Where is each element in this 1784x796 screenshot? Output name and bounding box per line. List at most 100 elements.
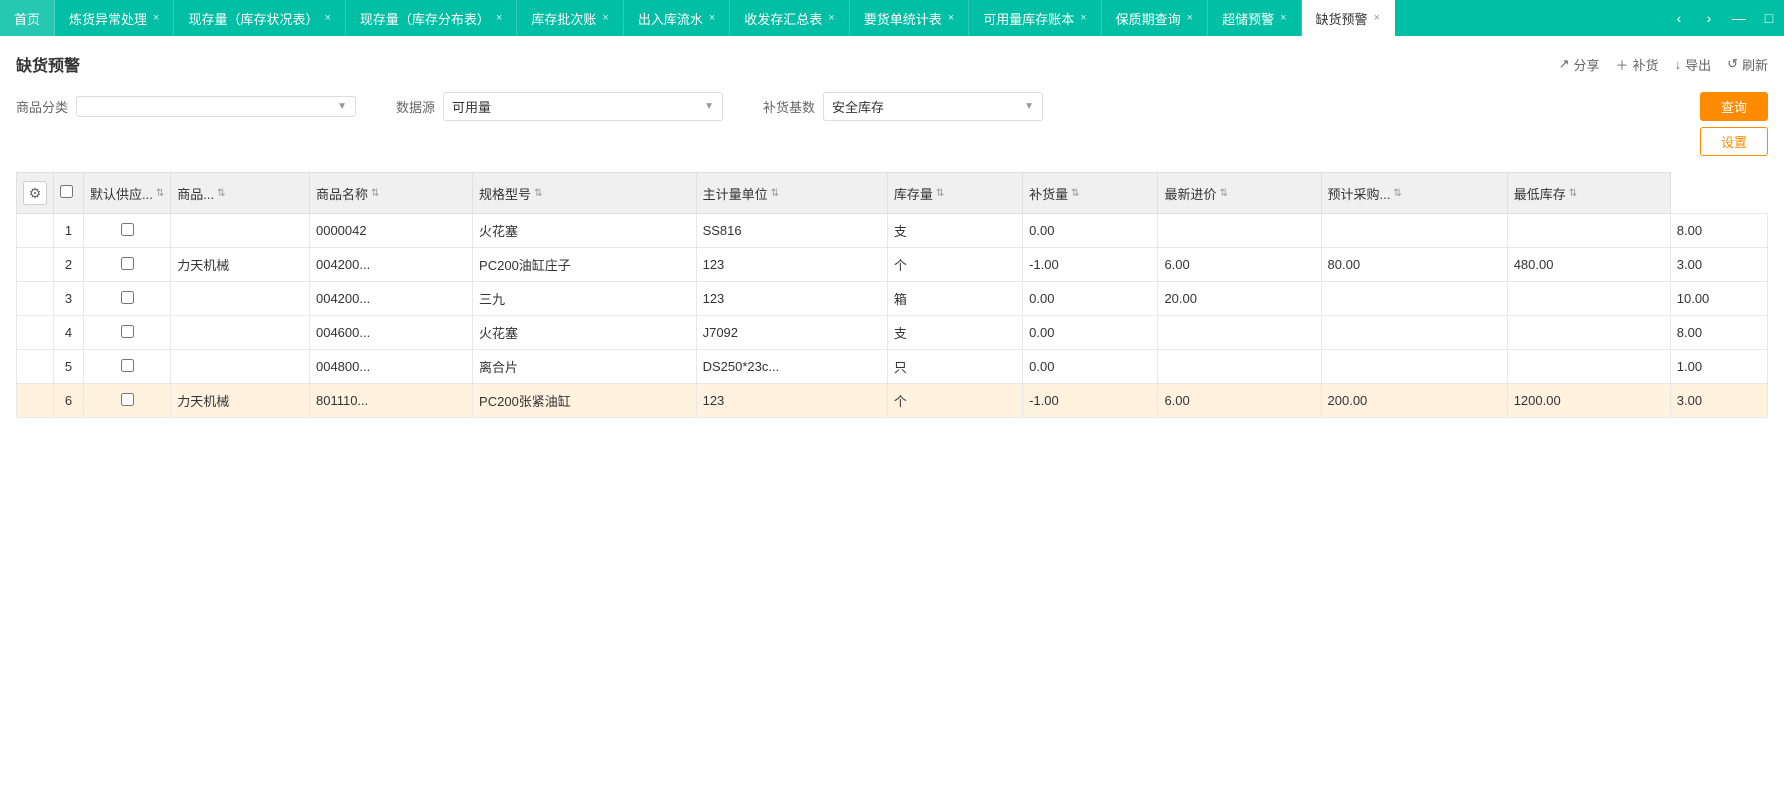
row-supplier: 力天机械 bbox=[171, 384, 310, 418]
export-button[interactable]: ↓ 导出 bbox=[1675, 55, 1712, 74]
nav-item-10[interactable]: 超储预警 × bbox=[1208, 0, 1301, 36]
row-spec: DS250*23c... bbox=[696, 350, 887, 384]
query-button[interactable]: 查询 bbox=[1700, 92, 1768, 121]
nav-item-1[interactable]: 炼货异常处理 × bbox=[55, 0, 174, 36]
nav-item-8[interactable]: 可用量库存账本 × bbox=[969, 0, 1101, 36]
nav-item-5[interactable]: 出入库流水 × bbox=[624, 0, 730, 36]
th-sort-min-stock[interactable]: 最低库存 ⇅ bbox=[1514, 184, 1664, 203]
replenish-button[interactable]: ＋ 补货 bbox=[1616, 55, 1659, 74]
nav-prev-button[interactable]: ‹ bbox=[1664, 0, 1694, 36]
nav-item-3[interactable]: 现存量（库存分布表） × bbox=[346, 0, 517, 36]
category-label: 商品分类 bbox=[16, 97, 68, 116]
column-settings-button[interactable]: ⚙ bbox=[23, 181, 47, 205]
row-index: 1 bbox=[54, 214, 84, 248]
close-tab-8[interactable]: × bbox=[1080, 12, 1086, 24]
row-replenish-qty bbox=[1158, 350, 1321, 384]
sort-unit-icon: ⇅ bbox=[771, 188, 779, 199]
row-checkbox-2[interactable] bbox=[121, 291, 134, 304]
nav-item-2[interactable]: 现存量（库存状况表） × bbox=[174, 0, 345, 36]
nav-item-11[interactable]: 缺货预警 × bbox=[1302, 0, 1395, 36]
row-latest-price bbox=[1321, 316, 1507, 350]
close-tab-3[interactable]: × bbox=[496, 12, 502, 24]
close-tab-1[interactable]: × bbox=[153, 12, 159, 24]
nav-item-6[interactable]: 收发存汇总表 × bbox=[730, 0, 849, 36]
replenish-base-dropdown-icon: ▼ bbox=[1024, 101, 1034, 112]
data-table: ⚙ 默认供应... ⇅ 商品... ⇅ bbox=[16, 172, 1768, 418]
close-tab-7[interactable]: × bbox=[948, 12, 954, 24]
row-checkbox-cell[interactable] bbox=[84, 214, 171, 248]
row-checkbox-cell[interactable] bbox=[84, 350, 171, 384]
row-checkbox-cell[interactable] bbox=[84, 316, 171, 350]
nav-item-home[interactable]: 首页 bbox=[0, 0, 55, 36]
row-min-stock: 10.00 bbox=[1670, 282, 1767, 316]
table-row: 3 004200... 三九 123 箱 0.00 20.00 10.00 bbox=[17, 282, 1768, 316]
row-checkbox-1[interactable] bbox=[121, 257, 134, 270]
category-select[interactable]: ▼ bbox=[76, 96, 356, 117]
th-sort-stock[interactable]: 库存量 ⇅ bbox=[894, 184, 1016, 203]
nav-item-4[interactable]: 库存批次账 × bbox=[517, 0, 623, 36]
row-stock: 0.00 bbox=[1023, 316, 1158, 350]
close-tab-9[interactable]: × bbox=[1187, 12, 1193, 24]
th-sort-code[interactable]: 商品... ⇅ bbox=[177, 184, 303, 203]
th-sort-unit[interactable]: 主计量单位 ⇅ bbox=[703, 184, 881, 203]
th-item-name: 商品名称 ⇅ bbox=[309, 173, 472, 214]
row-checkbox-cell[interactable] bbox=[84, 282, 171, 316]
page-content: 缺货预警 ↗ 分享 ＋ 补货 ↓ 导出 ↺ 刷新 商品分类 bbox=[0, 36, 1784, 796]
row-latest-price: 200.00 bbox=[1321, 384, 1507, 418]
table-row: 1 0000042 火花塞 SS816 支 0.00 8.00 bbox=[17, 214, 1768, 248]
row-replenish-qty: 6.00 bbox=[1158, 248, 1321, 282]
row-item-code: 004800... bbox=[309, 350, 472, 384]
close-tab-6[interactable]: × bbox=[828, 12, 834, 24]
row-unit: 支 bbox=[887, 316, 1022, 350]
close-tab-5[interactable]: × bbox=[709, 12, 715, 24]
settings-button[interactable]: 设置 bbox=[1700, 127, 1768, 156]
row-item-code: 004200... bbox=[309, 248, 472, 282]
row-stock: -1.00 bbox=[1023, 248, 1158, 282]
row-index: 4 bbox=[54, 316, 84, 350]
nav-item-9[interactable]: 保质期查询 × bbox=[1102, 0, 1208, 36]
datasource-select[interactable]: 可用量 ▼ bbox=[443, 92, 723, 121]
filter-category-group: 商品分类 ▼ bbox=[16, 96, 356, 117]
row-item-code: 0000042 bbox=[309, 214, 472, 248]
row-checkbox-cell[interactable] bbox=[84, 248, 171, 282]
th-sort-replenish[interactable]: 补货量 ⇅ bbox=[1029, 184, 1151, 203]
row-item-code: 004200... bbox=[309, 282, 472, 316]
share-button[interactable]: ↗ 分享 bbox=[1559, 55, 1600, 74]
nav-next-button[interactable]: › bbox=[1694, 0, 1724, 36]
close-tab-2[interactable]: × bbox=[324, 12, 330, 24]
row-replenish-qty: 6.00 bbox=[1158, 384, 1321, 418]
row-item-name: 三九 bbox=[473, 282, 697, 316]
row-checkbox-5[interactable] bbox=[121, 393, 134, 406]
close-tab-4[interactable]: × bbox=[602, 12, 608, 24]
row-item-name: PC200油缸庄子 bbox=[473, 248, 697, 282]
row-min-stock: 1.00 bbox=[1670, 350, 1767, 384]
gear-icon: ⚙ bbox=[29, 185, 42, 202]
row-checkbox-cell[interactable] bbox=[84, 384, 171, 418]
row-gear-cell bbox=[17, 214, 54, 248]
row-est-purchase: 480.00 bbox=[1507, 248, 1670, 282]
row-checkbox-0[interactable] bbox=[121, 223, 134, 236]
th-sort-name[interactable]: 商品名称 ⇅ bbox=[316, 184, 466, 203]
th-sort-spec[interactable]: 规格型号 ⇅ bbox=[479, 184, 690, 203]
sort-supplier-icon: ⇅ bbox=[156, 188, 164, 199]
row-item-name: PC200张紧油缸 bbox=[473, 384, 697, 418]
nav-item-7[interactable]: 要货单统计表 × bbox=[850, 0, 969, 36]
refresh-button[interactable]: ↺ 刷新 bbox=[1727, 55, 1768, 74]
sort-name-icon: ⇅ bbox=[371, 188, 379, 199]
close-tab-11[interactable]: × bbox=[1374, 12, 1380, 24]
nav-maximize-button[interactable]: □ bbox=[1754, 0, 1784, 36]
replenish-base-select[interactable]: 安全库存 ▼ bbox=[823, 92, 1043, 121]
row-checkbox-4[interactable] bbox=[121, 359, 134, 372]
replenish-base-label: 补货基数 bbox=[763, 97, 815, 116]
select-all-checkbox[interactable] bbox=[60, 185, 73, 198]
row-checkbox-3[interactable] bbox=[121, 325, 134, 338]
row-index: 2 bbox=[54, 248, 84, 282]
th-sort-supplier[interactable]: 默认供应... ⇅ bbox=[90, 184, 164, 203]
sort-spec-icon: ⇅ bbox=[534, 188, 542, 199]
row-item-name: 火花塞 bbox=[473, 316, 697, 350]
nav-minimize-button[interactable]: — bbox=[1724, 0, 1754, 36]
th-sort-price[interactable]: 最新进价 ⇅ bbox=[1164, 184, 1314, 203]
sort-price-icon: ⇅ bbox=[1219, 188, 1227, 199]
close-tab-10[interactable]: × bbox=[1280, 12, 1286, 24]
th-sort-est[interactable]: 预计采购... ⇅ bbox=[1328, 184, 1501, 203]
